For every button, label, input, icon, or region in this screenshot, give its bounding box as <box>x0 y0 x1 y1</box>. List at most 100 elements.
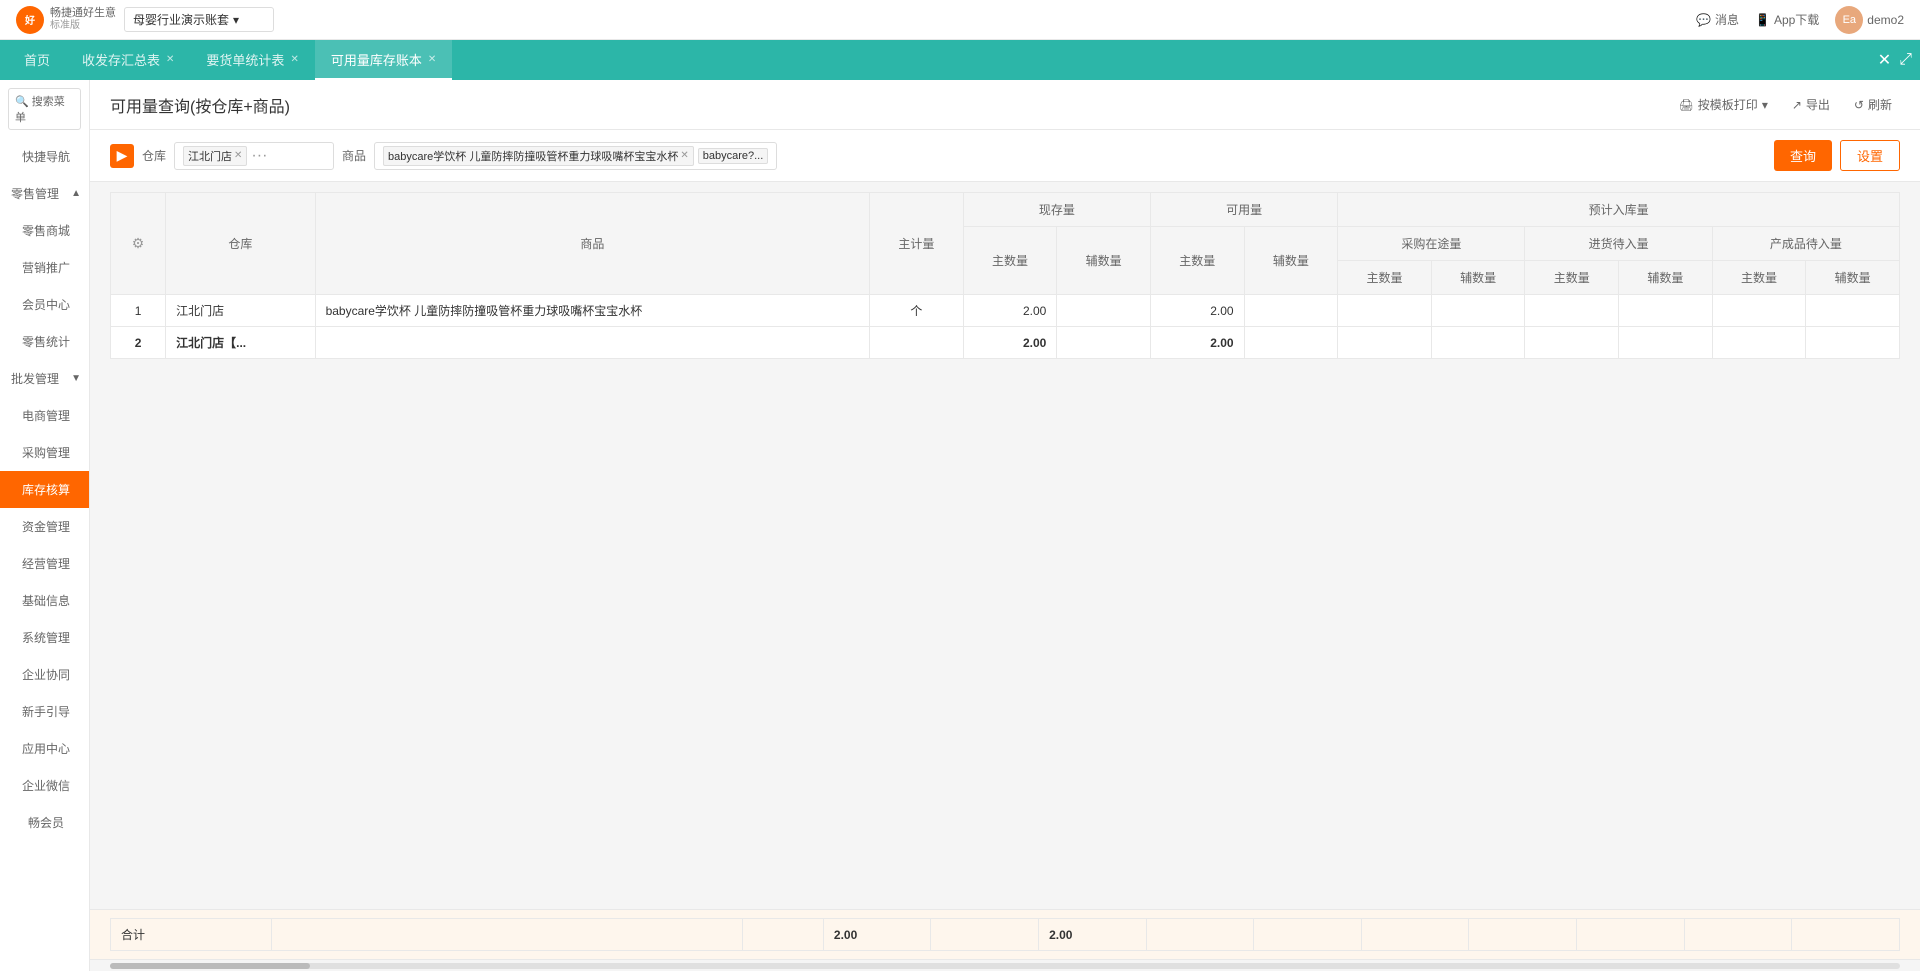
tab-home[interactable]: 首页 <box>8 40 66 80</box>
sidebar-item-wholesale[interactable]: 批发管理 ▼ <box>0 360 89 397</box>
sidebar-item-wechat[interactable]: 企业微信 <box>0 767 89 804</box>
row-1-avail-sub <box>1244 295 1338 327</box>
total-purchase-sub <box>1361 919 1469 951</box>
arrow-icon-wholesale: ▼ <box>71 373 81 384</box>
th-purchase-in: 采购在途量 <box>1338 227 1525 261</box>
message-button[interactable]: 💬 消息 <box>1696 11 1739 28</box>
sidebar-item-inventory[interactable]: 库存核算 <box>0 471 89 508</box>
th-stock-sub: 辅数量 <box>1057 227 1151 295</box>
row-1-purchase-main <box>1338 295 1432 327</box>
table-row: 1 江北门店 babycare学饮杯 儿童防摔防撞吸管杯重力球吸嘴杯宝宝水杯 个… <box>111 295 1900 327</box>
row-1-num: 1 <box>111 295 166 327</box>
th-product-sub: 辅数量 <box>1806 261 1900 295</box>
table-container: ⚙ 仓库 商品 主计量 现存量 可用量 预计入库量 主数量 辅数量 主数量 辅数… <box>90 182 1920 909</box>
sidebar-item-basics[interactable]: 基础信息 <box>0 582 89 619</box>
th-current-stock: 现存量 <box>963 193 1150 227</box>
industry-selector[interactable]: 母婴行业演示账套 ▾ <box>124 7 274 32</box>
sidebar-item-vip[interactable]: 畅会员 <box>0 804 89 841</box>
row-2-incoming-main <box>1525 327 1619 359</box>
total-product-sub <box>1792 919 1900 951</box>
refresh-icon: ↺ <box>1854 98 1864 112</box>
sidebar-item-ecommerce[interactable]: 电商管理 <box>0 397 89 434</box>
sidebar-item-newbie[interactable]: 新手引导 <box>0 693 89 730</box>
warehouse-more-icon[interactable]: ··· <box>251 147 267 165</box>
sidebar-item-enterprise[interactable]: 企业协同 <box>0 656 89 693</box>
sidebar-item-retail-stats[interactable]: 零售统计 <box>0 323 89 360</box>
row-2-stock-sub <box>1057 327 1151 359</box>
content-area: 可用量查询(按仓库+商品) 🖨 按模板打印 ▾ ↗ 导出 ↺ 刷新 ▶ <box>90 80 1920 971</box>
user-profile[interactable]: Ea demo2 <box>1835 6 1904 34</box>
th-warehouse: 仓库 <box>166 193 315 295</box>
filter-toggle-button[interactable]: ▶ <box>110 144 134 168</box>
th-main-unit: 主计量 <box>870 193 964 295</box>
product-tag-2: babycare?... <box>698 148 769 164</box>
total-spacer-1 <box>272 919 743 951</box>
row-2-num: 2 <box>111 327 166 359</box>
th-avail-sub: 辅数量 <box>1244 227 1338 295</box>
scroll-thumb[interactable] <box>110 963 310 969</box>
sidebar-item-nav[interactable]: 快捷导航 <box>0 138 89 175</box>
row-2-avail-main: 2.00 <box>1150 327 1244 359</box>
footer-total: 合计 2.00 2.00 <box>90 909 1920 959</box>
chevron-down-icon: ▾ <box>233 13 239 27</box>
print-button[interactable]: 🖨 按模板打印 ▾ <box>1671 92 1776 117</box>
sidebar-item-operations[interactable]: 经营管理 <box>0 545 89 582</box>
row-1-stock-sub <box>1057 295 1151 327</box>
message-icon: 💬 <box>1696 13 1711 27</box>
top-bar-right: 💬 消息 📱 App下载 Ea demo2 <box>1696 6 1904 34</box>
tab-order-stats[interactable]: 要货单统计表 ✕ <box>190 40 314 80</box>
top-bar-left: 好 畅捷通好生意 标准版 母婴行业演示账套 ▾ <box>16 6 274 34</box>
version-badge: 标准版 <box>50 20 116 32</box>
warehouse-filter[interactable]: 江北门店 ✕ ··· <box>174 142 334 170</box>
sidebar-item-purchase[interactable]: 采购管理 <box>0 434 89 471</box>
sidebar-item-online-shop[interactable]: 零售商城 <box>0 212 89 249</box>
close-window-icon[interactable]: ✕ <box>1878 50 1891 70</box>
export-button[interactable]: ↗ 导出 <box>1784 92 1838 117</box>
scroll-track[interactable] <box>110 963 1900 969</box>
tab-collect[interactable]: 收发存汇总表 ✕ <box>66 40 190 80</box>
sidebar-item-member[interactable]: 会员中心 <box>0 286 89 323</box>
row-1-product: babycare学饮杯 儿童防摔防撞吸管杯重力球吸嘴杯宝宝水杯 <box>315 295 870 327</box>
sidebar-item-zero-sales[interactable]: 零售管理 ▲ <box>0 175 89 212</box>
total-label: 合计 <box>111 919 272 951</box>
product-label: 商品 <box>342 147 366 164</box>
print-icon: 🖨 <box>1679 98 1694 112</box>
warehouse-tag: 江北门店 ✕ <box>183 146 247 166</box>
filter-action-btns: 查询 设置 <box>1774 140 1900 171</box>
setting-button[interactable]: 设置 <box>1840 140 1900 171</box>
row-1-product-main <box>1712 295 1806 327</box>
filter-area: ▶ 仓库 江北门店 ✕ ··· 商品 babycare学饮杯 儿童防摔防撞吸管杯… <box>90 130 1920 182</box>
search-menu-button[interactable]: 🔍 搜索菜单 <box>8 88 81 130</box>
total-stock-main: 2.00 <box>823 919 931 951</box>
page-actions: 🖨 按模板打印 ▾ ↗ 导出 ↺ 刷新 <box>1671 92 1900 117</box>
row-1-unit: 个 <box>870 295 964 327</box>
tab-close-collect[interactable]: ✕ <box>166 54 174 65</box>
tab-available-stock[interactable]: 可用量库存账本 ✕ <box>315 40 452 80</box>
maximize-icon[interactable]: ⤢ <box>1899 51 1912 69</box>
settings-icon[interactable]: ⚙ <box>132 235 145 251</box>
total-unit <box>743 919 824 951</box>
product-tag-1-close[interactable]: ✕ <box>680 150 688 161</box>
query-button[interactable]: 查询 <box>1774 140 1832 171</box>
th-stock-main: 主数量 <box>963 227 1057 295</box>
tab-close-available-stock[interactable]: ✕ <box>428 54 436 65</box>
total-purchase-main <box>1254 919 1362 951</box>
product-filter[interactable]: babycare学饮杯 儿童防摔防撞吸管杯重力球吸嘴杯宝宝水杯 ✕ babyca… <box>374 142 777 170</box>
sidebar-item-app-center[interactable]: 应用中心 <box>0 730 89 767</box>
th-avail-main: 主数量 <box>1150 227 1244 295</box>
total-avail-main: 2.00 <box>1039 919 1147 951</box>
tab-close-order-stats[interactable]: ✕ <box>290 54 298 65</box>
scroll-bar-area <box>90 959 1920 971</box>
th-product: 商品 <box>315 193 870 295</box>
warehouse-tag-close[interactable]: ✕ <box>234 150 242 161</box>
sidebar-item-system[interactable]: 系统管理 <box>0 619 89 656</box>
app-download-button[interactable]: 📱 App下载 <box>1755 11 1819 28</box>
sidebar-item-marketing[interactable]: 营销推广 <box>0 249 89 286</box>
sidebar-item-finance[interactable]: 资金管理 <box>0 508 89 545</box>
dropdown-icon: ▾ <box>1762 98 1768 112</box>
row-2-purchase-sub <box>1431 327 1525 359</box>
filter-group: 仓库 江北门店 ✕ ··· 商品 babycare学饮杯 儿童防摔防撞吸管杯重力… <box>142 142 1766 170</box>
th-settings[interactable]: ⚙ <box>111 193 166 295</box>
refresh-button[interactable]: ↺ 刷新 <box>1846 92 1900 117</box>
total-incoming-sub <box>1577 919 1685 951</box>
